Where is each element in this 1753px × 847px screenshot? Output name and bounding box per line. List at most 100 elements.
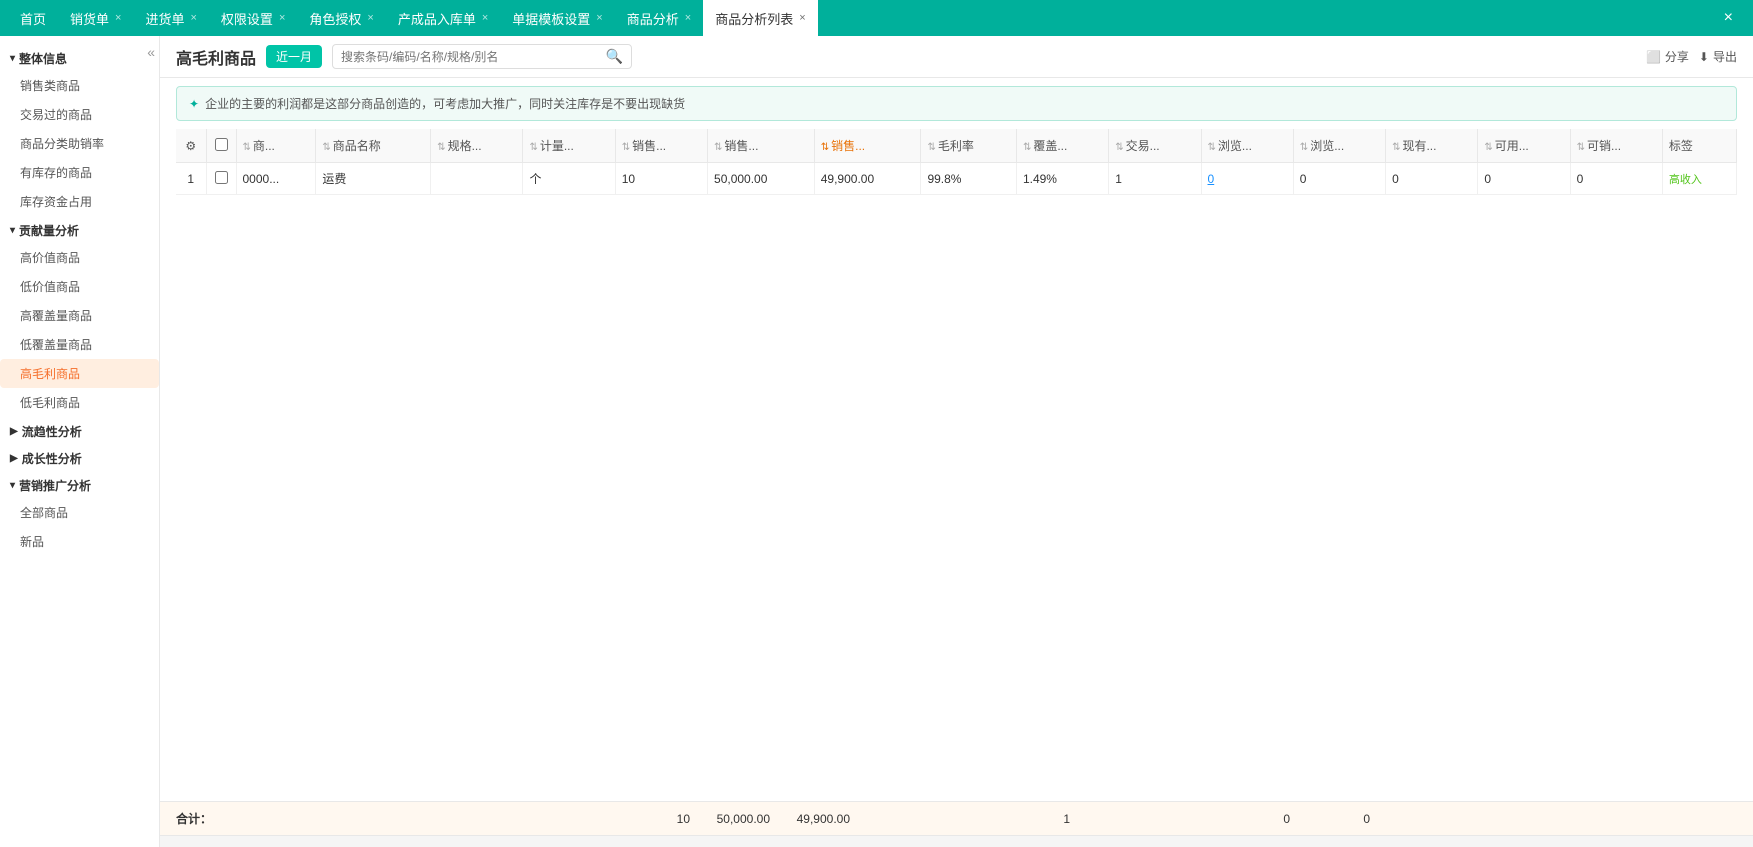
row-unit: 个 (523, 163, 615, 195)
sort-icon: ⇅ (1577, 142, 1585, 153)
search-icon[interactable]: 🔍 (606, 48, 623, 65)
col-name: ⇅商品名称 (316, 129, 431, 163)
col-browse2: ⇅浏览... (1293, 129, 1385, 163)
content-header: 高毛利商品 近一月 🔍 ⬜ 分享 ⬇ 导出 (160, 36, 1753, 78)
col-available-stock: ⇅可用... (1478, 129, 1570, 163)
data-table: ⚙ ⇅商... ⇅商品名称 ⇅规格... ⇅计量... ⇅销售... ⇅销售..… (176, 129, 1737, 195)
sidebar-item-low-value[interactable]: 低价值商品 (0, 272, 159, 301)
col-current-stock: ⇅现有... (1386, 129, 1478, 163)
sidebar-group-flow[interactable]: ▶ 流趋性分析 (0, 417, 159, 444)
sort-icon: ⇅ (322, 142, 330, 153)
horizontal-scrollbar[interactable] (160, 835, 1753, 847)
col-transactions: ⇅交易... (1109, 129, 1201, 163)
close-icon[interactable]: × (190, 12, 196, 24)
sidebar-group-contribution[interactable]: ▾ 贡献量分析 (0, 216, 159, 243)
close-icon[interactable]: × (482, 12, 488, 24)
close-icon[interactable]: × (596, 12, 602, 24)
sort-icon: ⇅ (714, 142, 722, 153)
sort-icon: ⇅ (529, 142, 537, 153)
nav-product-analysis[interactable]: 商品分析 × (615, 0, 703, 36)
nav-doc-template[interactable]: 单据模板设置 × (500, 0, 614, 36)
sort-icon: ⇅ (437, 142, 445, 153)
total-sales-cost: 49,900.00 (776, 812, 856, 826)
close-icon[interactable]: × (115, 12, 121, 24)
sidebar-item-traded-goods[interactable]: 交易过的商品 (0, 100, 159, 129)
chevron-right-icon: ▶ (10, 426, 18, 437)
sidebar-item-new-goods[interactable]: 新品 (0, 527, 159, 556)
close-icon[interactable]: × (799, 12, 805, 24)
close-icon[interactable]: × (367, 12, 373, 24)
select-all-checkbox[interactable] (215, 138, 228, 151)
nav-home[interactable]: 首页 (8, 0, 58, 36)
row-available-stock: 0 (1478, 163, 1570, 195)
footer-totals: 合计： 10 50,000.00 49,900.00 1 0 0 (160, 801, 1753, 835)
search-input[interactable] (341, 50, 606, 64)
nav-role-auth[interactable]: 角色授权 × (297, 0, 385, 36)
total-available-stock: 0 (1296, 812, 1376, 826)
sidebar-item-category-sales-rate[interactable]: 商品分类助销率 (0, 129, 159, 158)
sort-icon: ⇅ (1392, 142, 1400, 153)
sidebar-group-growth[interactable]: ▶ 成长性分析 (0, 444, 159, 471)
info-icon: ✦ (189, 97, 199, 111)
sidebar: « ▾ 整体信息 销售类商品 交易过的商品 商品分类助销率 有库存的商品 库存资… (0, 36, 160, 847)
row-browse2: 0 (1293, 163, 1385, 195)
nav-product-analysis-list[interactable]: 商品分析列表 × (703, 0, 817, 36)
sort-icon: ⇅ (1115, 142, 1123, 153)
total-current-stock: 0 (1216, 812, 1296, 826)
header-actions: ⬜ 分享 ⬇ 导出 (1646, 48, 1737, 65)
row-gross-rate: 99.8% (921, 163, 1017, 195)
col-spec: ⇅规格... (431, 129, 523, 163)
col-sales-qty: ⇅销售... (615, 129, 707, 163)
row-tag: 高收入 (1662, 163, 1736, 195)
sidebar-item-sales-goods[interactable]: 销售类商品 (0, 71, 159, 100)
nav-product-warehouse[interactable]: 产成品入库单 × (386, 0, 500, 36)
total-label: 合计： (176, 810, 296, 827)
close-icon[interactable]: × (279, 12, 285, 24)
sidebar-collapse-button[interactable]: « (147, 44, 155, 60)
sort-icon: ⇅ (622, 142, 630, 153)
total-sales-qty: 10 (616, 812, 696, 826)
sort-icon: ⇅ (243, 142, 251, 153)
row-name: 运费 (316, 163, 431, 195)
col-sellable-stock: ⇅可销... (1570, 129, 1662, 163)
sidebar-item-high-gross[interactable]: 高毛利商品 (0, 359, 159, 388)
row-browse1: 0 (1201, 163, 1293, 195)
close-icon[interactable]: × (685, 12, 691, 24)
row-sales-amount: 50,000.00 (708, 163, 815, 195)
col-code: ⇅商... (236, 129, 316, 163)
row-checkbox[interactable] (215, 171, 228, 184)
chevron-down-icon: ▾ (10, 480, 15, 491)
sidebar-item-stock-capital[interactable]: 库存资金占用 (0, 187, 159, 216)
sidebar-item-high-coverage[interactable]: 高覆盖量商品 (0, 301, 159, 330)
row-index: 1 (176, 163, 206, 195)
row-sales-cost: 49,900.00 (814, 163, 921, 195)
share-button[interactable]: ⬜ 分享 (1646, 48, 1689, 65)
sidebar-item-high-value[interactable]: 高价值商品 (0, 243, 159, 272)
sidebar-item-low-gross[interactable]: 低毛利商品 (0, 388, 159, 417)
row-current-stock: 0 (1386, 163, 1478, 195)
sidebar-group-overall[interactable]: ▾ 整体信息 (0, 44, 159, 71)
sidebar-group-marketing[interactable]: ▾ 营销推广分析 (0, 471, 159, 498)
row-checkbox-cell (206, 163, 236, 195)
col-settings[interactable]: ⚙ (176, 129, 206, 163)
export-icon: ⬇ (1699, 50, 1709, 64)
col-coverage: ⇅覆盖... (1016, 129, 1108, 163)
page-title: 高毛利商品 (176, 45, 256, 69)
nav-purchase-order[interactable]: 进货单 × (133, 0, 208, 36)
col-unit: ⇅计量... (523, 129, 615, 163)
window-close-button[interactable]: × (1712, 9, 1745, 27)
info-banner: ✦ 企业的主要的利润都是这部分商品创造的，可考虑加大推广，同时关注库存是不要出现… (176, 86, 1737, 121)
sidebar-item-all-goods[interactable]: 全部商品 (0, 498, 159, 527)
col-tag: 标签 (1662, 129, 1736, 163)
period-button[interactable]: 近一月 (266, 45, 322, 68)
sidebar-item-low-coverage[interactable]: 低覆盖量商品 (0, 330, 159, 359)
sort-icon: ⇅ (1208, 142, 1216, 153)
nav-sales-order[interactable]: 销货单 × (58, 0, 133, 36)
content-area: 高毛利商品 近一月 🔍 ⬜ 分享 ⬇ 导出 ✦ 企业的主要的利润都是这部分商品创… (160, 36, 1753, 847)
row-transactions: 1 (1109, 163, 1201, 195)
sidebar-item-in-stock-goods[interactable]: 有库存的商品 (0, 158, 159, 187)
search-box: 🔍 (332, 44, 632, 69)
sort-icon: ⇅ (1300, 142, 1308, 153)
export-button[interactable]: ⬇ 导出 (1699, 48, 1737, 65)
nav-permission-setting[interactable]: 权限设置 × (209, 0, 297, 36)
